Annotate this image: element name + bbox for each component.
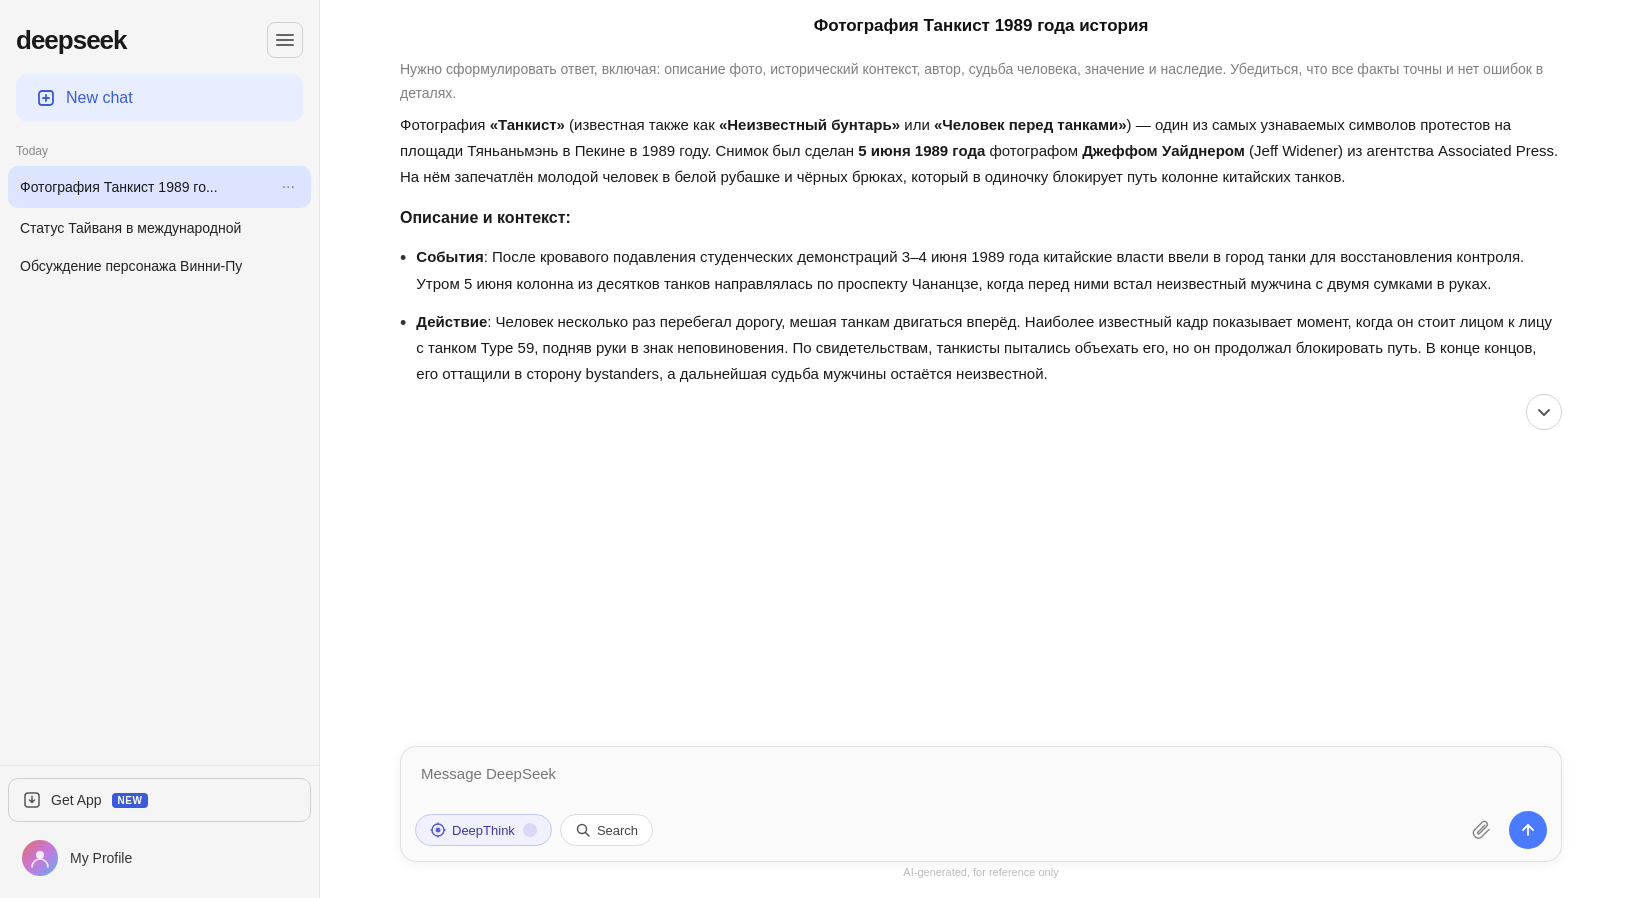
profile-item[interactable]: My Profile	[8, 830, 311, 886]
cursor-indicator	[523, 823, 537, 837]
bullet-list: События: После кровавого подавления студ…	[400, 244, 1562, 399]
chat-title: Фотография Танкист 1989 года история	[320, 0, 1642, 46]
svg-rect-2	[276, 44, 294, 46]
input-tools-left: DeepThink Search	[415, 814, 653, 846]
chat-item-text: Фотография Танкист 1989 го...	[20, 179, 278, 195]
sidebar-footer: Get App NEW My Profile	[0, 765, 319, 898]
input-toolbar: DeepThink Search	[401, 803, 1561, 861]
search-button[interactable]: Search	[560, 814, 653, 846]
chat-item[interactable]: Фотография Танкист 1989 го... ···	[8, 166, 311, 208]
main-content: Фотография Танкист 1989 года история Нуж…	[320, 0, 1642, 898]
deepthink-label: DeepThink	[452, 823, 515, 838]
get-app-label: Get App	[51, 792, 102, 808]
section-heading: Описание и контекст:	[400, 204, 1562, 232]
message-truncated: Нужно сформулировать ответ, включая: опи…	[400, 46, 1562, 112]
send-button[interactable]	[1509, 811, 1547, 849]
chat-list: Фотография Танкист 1989 го... ··· Статус…	[0, 166, 319, 765]
sidebar-header: deepseek	[0, 0, 319, 74]
chat-item-menu-icon[interactable]: ···	[278, 176, 299, 198]
profile-label: My Profile	[70, 850, 132, 866]
chat-item-text: Обсуждение персонажа Винни-Пу	[20, 258, 299, 274]
svg-rect-0	[276, 34, 294, 36]
chat-messages: Нужно сформулировать ответ, включая: опи…	[320, 46, 1642, 736]
sidebar: deepseek New chat Today Фотография Танки…	[0, 0, 320, 898]
collapse-button[interactable]	[267, 22, 303, 58]
new-badge: NEW	[112, 793, 149, 808]
ai-note: AI-generated, for reference only	[400, 862, 1562, 880]
input-area: DeepThink Search	[320, 736, 1642, 898]
svg-point-5	[36, 851, 44, 859]
deepthink-button[interactable]: DeepThink	[415, 814, 552, 846]
message-body: Фотография «Танкист» (известная также ка…	[400, 112, 1562, 430]
chat-item-text: Статус Тайваня в международной	[20, 220, 299, 236]
expand-button[interactable]	[1526, 394, 1562, 430]
list-item: Действие: Человек несколько раз перебега…	[400, 309, 1562, 400]
svg-rect-1	[276, 39, 294, 41]
svg-point-7	[436, 828, 441, 833]
search-label: Search	[597, 823, 638, 838]
new-chat-label: New chat	[66, 89, 133, 107]
input-tools-right	[1463, 811, 1547, 849]
today-label: Today	[0, 140, 319, 166]
attach-button[interactable]	[1463, 811, 1501, 849]
list-item: События: После кровавого подавления студ…	[400, 244, 1562, 309]
message-input[interactable]	[401, 747, 1561, 799]
intro-paragraph: Фотография «Танкист» (известная также ка…	[400, 112, 1562, 191]
avatar	[22, 840, 58, 876]
input-box: DeepThink Search	[400, 746, 1562, 862]
new-chat-button[interactable]: New chat	[16, 74, 303, 122]
app-logo: deepseek	[16, 25, 127, 56]
get-app-button[interactable]: Get App NEW	[8, 778, 311, 822]
chat-item[interactable]: Статус Тайваня в международной	[8, 210, 311, 246]
chat-item[interactable]: Обсуждение персонажа Винни-Пу	[8, 248, 311, 284]
